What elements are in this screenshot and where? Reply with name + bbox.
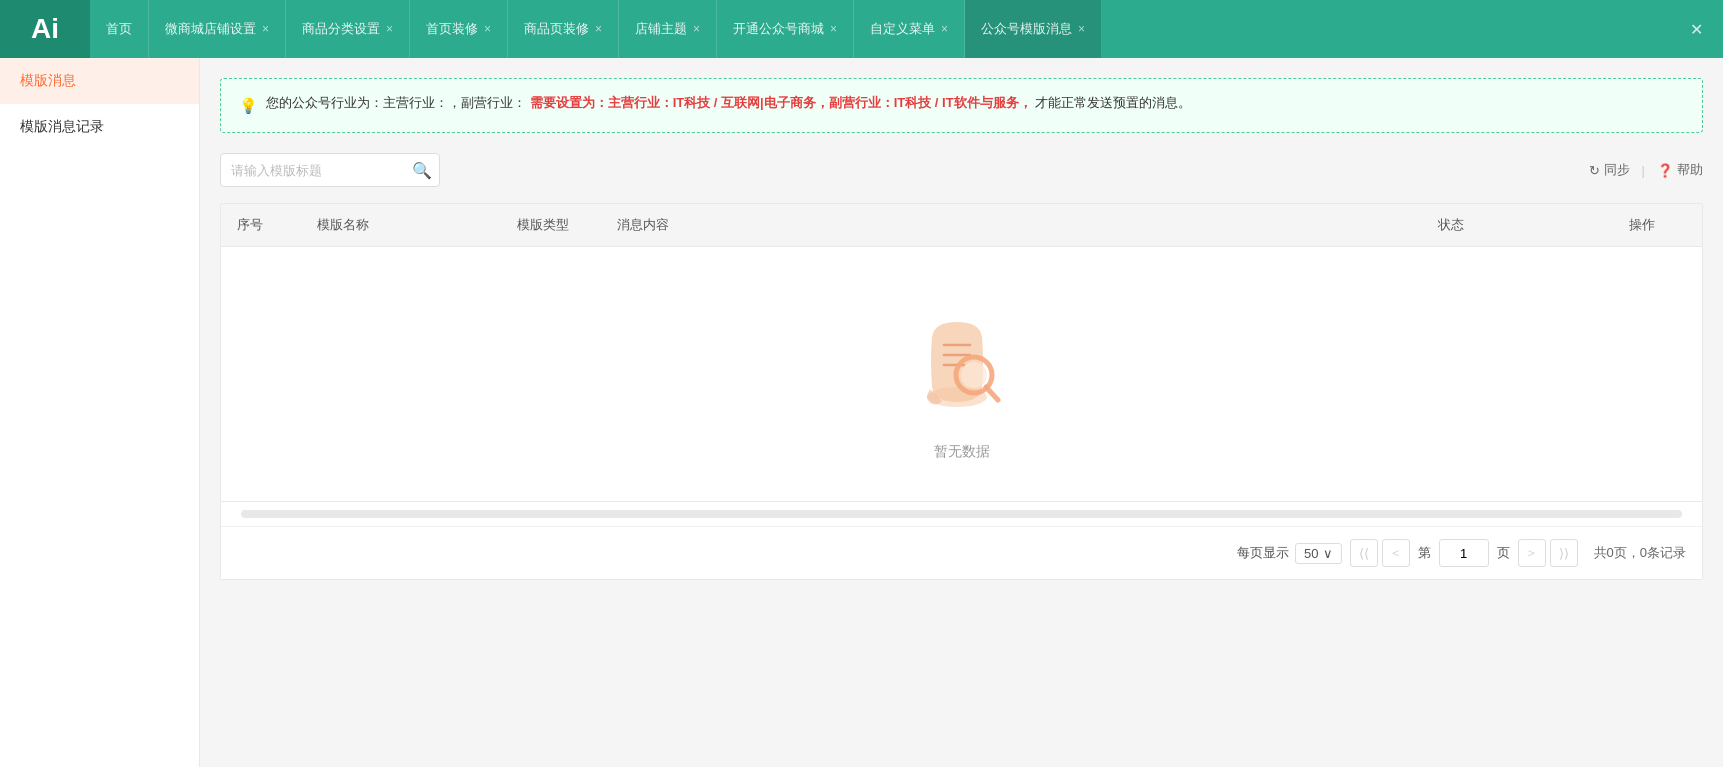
empty-text: 暂无数据 [934, 443, 990, 461]
sidebar: 模版消息 模版消息记录 [0, 58, 200, 767]
nav-tab-2[interactable]: 商品分类设置× [286, 0, 410, 58]
chevron-down-icon: ∨ [1323, 546, 1333, 561]
prev-page-button[interactable]: ＜ [1382, 539, 1410, 567]
close-all-button[interactable]: ✕ [1670, 20, 1723, 39]
nav-tab-6[interactable]: 开通公众号商城× [717, 0, 854, 58]
sync-icon: ↻ [1589, 163, 1600, 178]
nav-tab-3[interactable]: 首页装修× [410, 0, 508, 58]
page-number-input[interactable] [1439, 539, 1489, 567]
sync-button[interactable]: ↻ 同步 [1589, 161, 1630, 179]
top-nav: Ai 首页微商城店铺设置×商品分类设置×首页装修×商品页装修×店铺主题×开通公众… [0, 0, 1723, 58]
nav-tab-8[interactable]: 公众号模版消息× [965, 0, 1102, 58]
nav-tab-5[interactable]: 店铺主题× [619, 0, 717, 58]
page-size-dropdown[interactable]: 50 ∨ [1295, 543, 1341, 564]
help-icon: ❓ [1657, 163, 1673, 178]
first-page-button[interactable]: ⟨⟨ [1350, 539, 1378, 567]
svg-point-5 [961, 362, 987, 388]
layout: 模版消息 模版消息记录 💡 您的公众号行业为：主营行业：，副营行业： 需要设置为… [0, 58, 1723, 767]
alert-icon: 💡 [239, 94, 258, 118]
tab-close-icon-1[interactable]: × [262, 22, 269, 36]
sidebar-item-template-message[interactable]: 模版消息 [0, 58, 199, 104]
tab-close-icon-7[interactable]: × [941, 22, 948, 36]
search-bar: 🔍 ↻ 同步 | ❓ 帮助 [220, 153, 1703, 187]
alert-box: 💡 您的公众号行业为：主营行业：，副营行业： 需要设置为：主营行业：IT科技 /… [220, 78, 1703, 133]
nav-tab-7[interactable]: 自定义菜单× [854, 0, 965, 58]
page-total: 共0页，0条记录 [1594, 544, 1686, 562]
th-no: 序号 [221, 204, 301, 246]
sidebar-item-template-message-record[interactable]: 模版消息记录 [0, 104, 199, 150]
tab-close-icon-4[interactable]: × [595, 22, 602, 36]
tab-close-icon-2[interactable]: × [386, 22, 393, 36]
logo: Ai [0, 0, 90, 58]
search-input[interactable] [220, 153, 440, 187]
top-actions: ↻ 同步 | ❓ 帮助 [1589, 161, 1703, 179]
th-content: 消息内容 [601, 204, 1422, 246]
th-name: 模版名称 [301, 204, 501, 246]
nav-tab-4[interactable]: 商品页装修× [508, 0, 619, 58]
page-size-select: 每页显示 50 ∨ [1237, 543, 1341, 564]
table-header: 序号 模版名称 模版类型 消息内容 状态 操作 [221, 204, 1702, 247]
th-action: 操作 [1582, 204, 1702, 246]
tab-close-icon-6[interactable]: × [830, 22, 837, 36]
search-icon[interactable]: 🔍 [412, 161, 432, 180]
main-content: 💡 您的公众号行业为：主营行业：，副营行业： 需要设置为：主营行业：IT科技 /… [200, 58, 1723, 767]
nav-tab-0[interactable]: 首页 [90, 0, 149, 58]
alert-highlight-text: 需要设置为：主营行业：IT科技 / 互联网|电子商务，副营行业：IT科技 / I… [530, 95, 1032, 110]
pagination: 每页显示 50 ∨ ⟨⟨ ＜ 第 页 ＞ ⟩⟩ 共0页，0条记录 [221, 526, 1702, 579]
divider: | [1642, 163, 1645, 178]
tab-close-icon-8[interactable]: × [1078, 22, 1085, 36]
th-status: 状态 [1422, 204, 1582, 246]
next-page-button[interactable]: ＞ [1518, 539, 1546, 567]
tab-close-icon-3[interactable]: × [484, 22, 491, 36]
empty-state: 暂无数据 [221, 247, 1702, 501]
scroll-bar-area [221, 501, 1702, 526]
nav-tab-1[interactable]: 微商城店铺设置× [149, 0, 286, 58]
last-page-button[interactable]: ⟩⟩ [1550, 539, 1578, 567]
th-type: 模版类型 [501, 204, 601, 246]
data-table: 序号 模版名称 模版类型 消息内容 状态 操作 [220, 203, 1703, 580]
help-button[interactable]: ❓ 帮助 [1657, 161, 1703, 179]
tab-close-icon-5[interactable]: × [693, 22, 700, 36]
empty-illustration [902, 307, 1022, 427]
horizontal-scrollbar[interactable] [241, 510, 1682, 518]
nav-tabs: 首页微商城店铺设置×商品分类设置×首页装修×商品页装修×店铺主题×开通公众号商城… [90, 0, 1670, 58]
alert-text: 您的公众号行业为：主营行业：，副营行业： 需要设置为：主营行业：IT科技 / 互… [266, 93, 1191, 114]
svg-line-6 [986, 387, 998, 400]
page-nav: ⟨⟨ ＜ 第 页 ＞ ⟩⟩ [1350, 539, 1578, 567]
search-input-wrap: 🔍 [220, 153, 440, 187]
